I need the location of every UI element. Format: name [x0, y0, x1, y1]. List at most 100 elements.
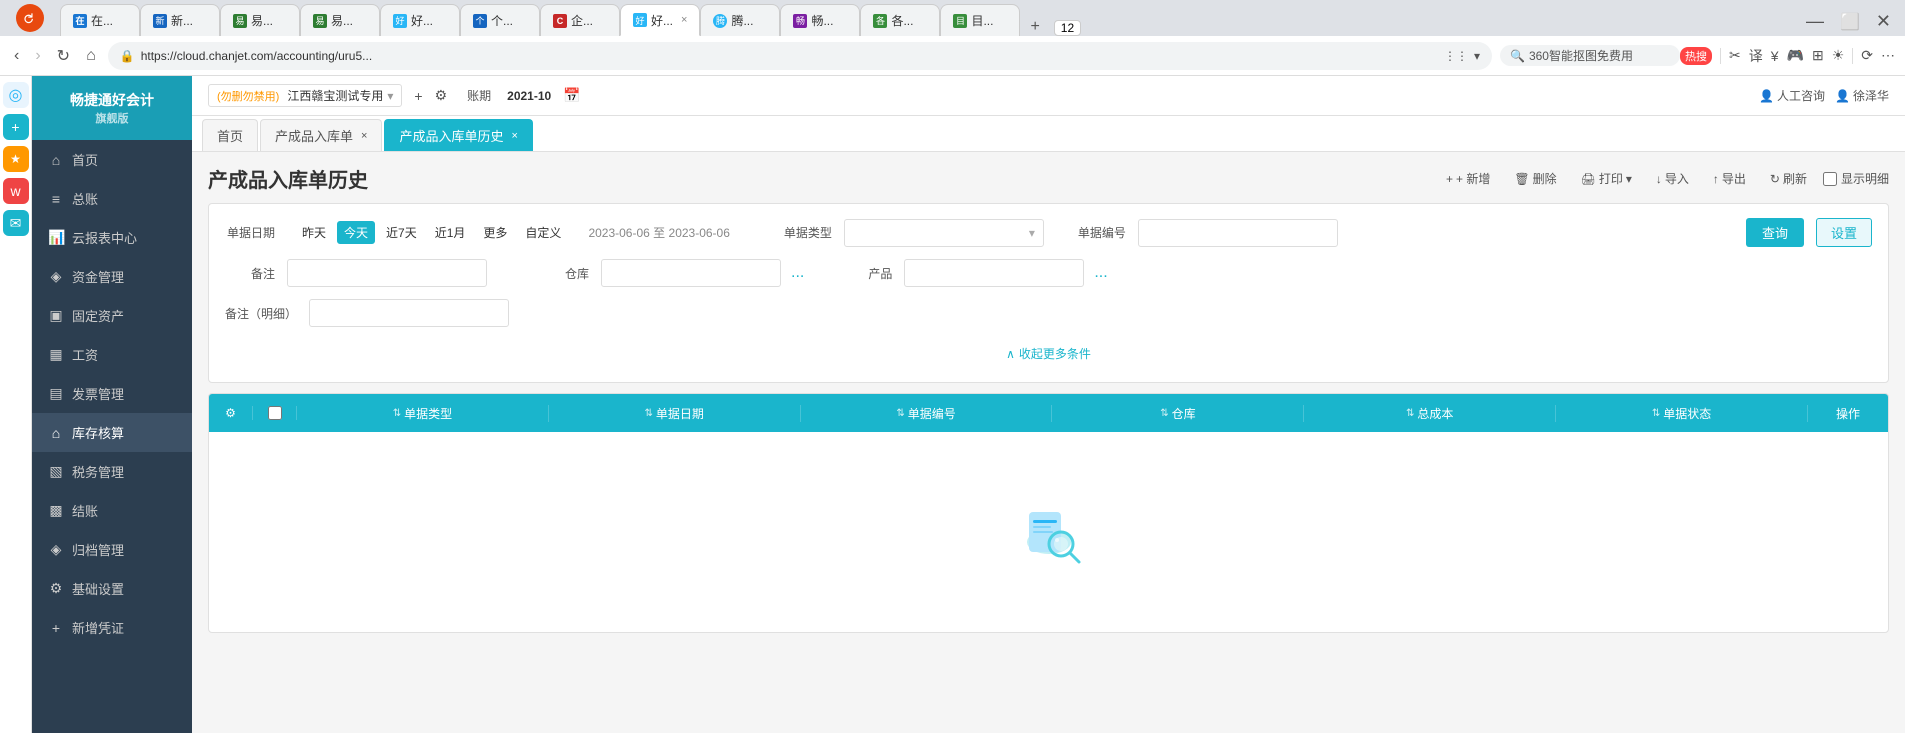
import-button[interactable]: ↓ 导入	[1648, 166, 1697, 191]
warehouse-input[interactable]	[601, 259, 781, 287]
remark-detail-input[interactable]	[309, 299, 509, 327]
sidebar-item-payroll[interactable]: ▦ 工资	[32, 335, 192, 374]
sidebar-item-funds[interactable]: ◈ 资金管理	[32, 257, 192, 296]
currency-tool[interactable]: ¥	[1771, 48, 1779, 64]
display-columns-checkbox[interactable]	[1823, 172, 1837, 186]
sidebar-item-ledger[interactable]: ≡ 总账	[32, 179, 192, 218]
sidebar-item-basic[interactable]: ⚙ 基础设置	[32, 569, 192, 608]
sidebar-item-checkout[interactable]: ▩ 结账	[32, 491, 192, 530]
search-panel: 单据日期 昨天 今天 近7天 近1月 更多 自定义 2023-06-06 至	[208, 203, 1889, 383]
app-icon-1[interactable]: ◎	[3, 82, 29, 108]
sidebar-item-reports[interactable]: 📊 云报表中心	[32, 218, 192, 257]
th-total-cost[interactable]: ⇅ 总成本	[1304, 405, 1556, 422]
delete-button[interactable]: 🗑 删除	[1506, 166, 1564, 191]
app-icon-3[interactable]: ★	[3, 146, 29, 172]
tab-11[interactable]: 各 各...	[860, 4, 940, 36]
extensions-icon[interactable]: ⋮⋮	[1444, 49, 1468, 63]
add-button[interactable]: + + 新增	[1438, 166, 1498, 191]
th-doc-type[interactable]: ⇅ 单据类型	[297, 405, 549, 422]
tab-10[interactable]: 畅 畅...	[780, 4, 860, 36]
tab-add-button[interactable]: +	[1020, 18, 1049, 36]
app-icon-4[interactable]: w	[3, 178, 29, 204]
th-checkbox[interactable]	[253, 406, 297, 420]
search-bar[interactable]: 🔍 360智能抠图免费用	[1500, 45, 1680, 66]
th-gear[interactable]: ⚙	[209, 406, 253, 420]
tab-8[interactable]: 好 好... ×	[620, 4, 700, 36]
quick-btn-today[interactable]: 今天	[337, 221, 375, 244]
display-columns-toggle[interactable]: 显示明细	[1823, 170, 1889, 187]
print-button[interactable]: 🖨 打印 ▾	[1573, 166, 1640, 191]
th-warehouse[interactable]: ⇅ 仓库	[1052, 405, 1304, 422]
page-tab-history[interactable]: 产成品入库单历史 ×	[384, 119, 532, 151]
tab-3[interactable]: 易 易...	[220, 4, 300, 36]
window-minimize-btn[interactable]: —	[1802, 11, 1828, 32]
tab-1[interactable]: 在 在...	[60, 4, 140, 36]
sidebar-item-invoice[interactable]: ▤ 发票管理	[32, 374, 192, 413]
url-bar[interactable]: 🔒 https://cloud.chanjet.com/accounting/u…	[108, 42, 1492, 70]
tab-5[interactable]: 好 好...	[380, 4, 460, 36]
back-button[interactable]: ‹	[10, 43, 23, 69]
settings-tool[interactable]: ⋯	[1881, 47, 1895, 64]
remark-input[interactable]	[287, 259, 487, 287]
sidebar-item-archive[interactable]: ◈ 归档管理	[32, 530, 192, 569]
app-icons-bar: ◎ + ★ w ✉	[0, 76, 32, 733]
sidebar-brand[interactable]: 畅捷通好会计 旗舰版	[32, 76, 192, 140]
product-ellipsis[interactable]: ...	[1088, 264, 1113, 282]
grid-tool[interactable]: ⊞	[1812, 47, 1824, 64]
ai-service-button[interactable]: 👤 人工咨询	[1759, 87, 1825, 104]
dropdown-icon[interactable]: ▾	[1474, 49, 1480, 63]
forward-button[interactable]: ›	[31, 43, 44, 69]
app-icon-2[interactable]: +	[3, 114, 29, 140]
game-tool[interactable]: 🎮	[1787, 47, 1804, 64]
sync-tool[interactable]: ⟳	[1861, 47, 1873, 64]
warehouse-ellipsis[interactable]: ...	[785, 264, 810, 282]
sidebar-item-tax[interactable]: ▧ 税务管理	[32, 452, 192, 491]
th-doc-date[interactable]: ⇅ 单据日期	[549, 405, 801, 422]
quick-btn-yesterday[interactable]: 昨天	[295, 221, 333, 244]
export-button[interactable]: ↑ 导出	[1705, 166, 1754, 191]
company-selector[interactable]: (勿删勿禁用) 江西赣宝测试专用 ▾	[208, 84, 402, 107]
type-select[interactable]: ▾	[844, 219, 1044, 247]
tab-7[interactable]: C 企...	[540, 4, 620, 36]
sidebar-item-fixed-assets[interactable]: ▣ 固定资产	[32, 296, 192, 335]
tab-4[interactable]: 易 易...	[300, 4, 380, 36]
th-doc-status[interactable]: ⇅ 单据状态	[1556, 405, 1808, 422]
app-icon-5[interactable]: ✉	[3, 210, 29, 236]
window-restore-btn[interactable]: ⬜	[1836, 12, 1864, 32]
query-button[interactable]: 查询	[1746, 218, 1804, 247]
collapse-button[interactable]: ∧ 收起更多条件	[1006, 339, 1091, 368]
select-all-checkbox[interactable]	[268, 406, 282, 420]
settings-button[interactable]: ⚙	[435, 87, 448, 104]
page-tab-history-close[interactable]: ×	[511, 130, 517, 142]
quick-btn-7days[interactable]: 近7天	[379, 221, 424, 244]
tab-8-close[interactable]: ×	[681, 14, 687, 26]
browser-app-button[interactable]: ⟳	[16, 4, 44, 32]
home-button[interactable]: ⌂	[82, 43, 100, 69]
tab-6[interactable]: 个 个...	[460, 4, 540, 36]
sidebar-item-new-voucher[interactable]: + 新增凭证	[32, 608, 192, 647]
add-company-button[interactable]: +	[414, 88, 422, 104]
calendar-icon[interactable]: 📅	[563, 87, 580, 104]
sidebar-item-inventory[interactable]: ⌂ 库存核算	[32, 413, 192, 452]
page-tab-list-close[interactable]: ×	[361, 130, 367, 142]
th-doc-number[interactable]: ⇅ 单据编号	[801, 405, 1053, 422]
page-tab-home[interactable]: 首页	[202, 119, 258, 151]
number-input[interactable]	[1138, 219, 1338, 247]
page-tab-list[interactable]: 产成品入库单 ×	[260, 119, 382, 151]
tab-12[interactable]: 目 目...	[940, 4, 1020, 36]
avatar[interactable]: 👤 徐泽华	[1835, 87, 1889, 104]
product-input[interactable]	[904, 259, 1084, 287]
sidebar-item-home[interactable]: ⌂ 首页	[32, 140, 192, 179]
settings-button-2[interactable]: 设置	[1816, 218, 1872, 247]
refresh-button[interactable]: ↻ 刷新	[1762, 166, 1815, 191]
tab-9[interactable]: 腾 腾...	[700, 4, 780, 36]
scissors-tool[interactable]: ✂	[1729, 47, 1741, 64]
window-close-btn[interactable]: ✕	[1872, 11, 1895, 32]
translate-tool[interactable]: 译	[1749, 46, 1763, 66]
theme-tool[interactable]: ☀	[1832, 47, 1845, 64]
quick-btn-1month[interactable]: 近1月	[428, 221, 473, 244]
refresh-button[interactable]: ↻	[53, 42, 74, 70]
quick-btn-more[interactable]: 更多	[476, 221, 514, 244]
tab-2[interactable]: 新 新...	[140, 4, 220, 36]
quick-btn-custom[interactable]: 自定义	[518, 221, 568, 244]
